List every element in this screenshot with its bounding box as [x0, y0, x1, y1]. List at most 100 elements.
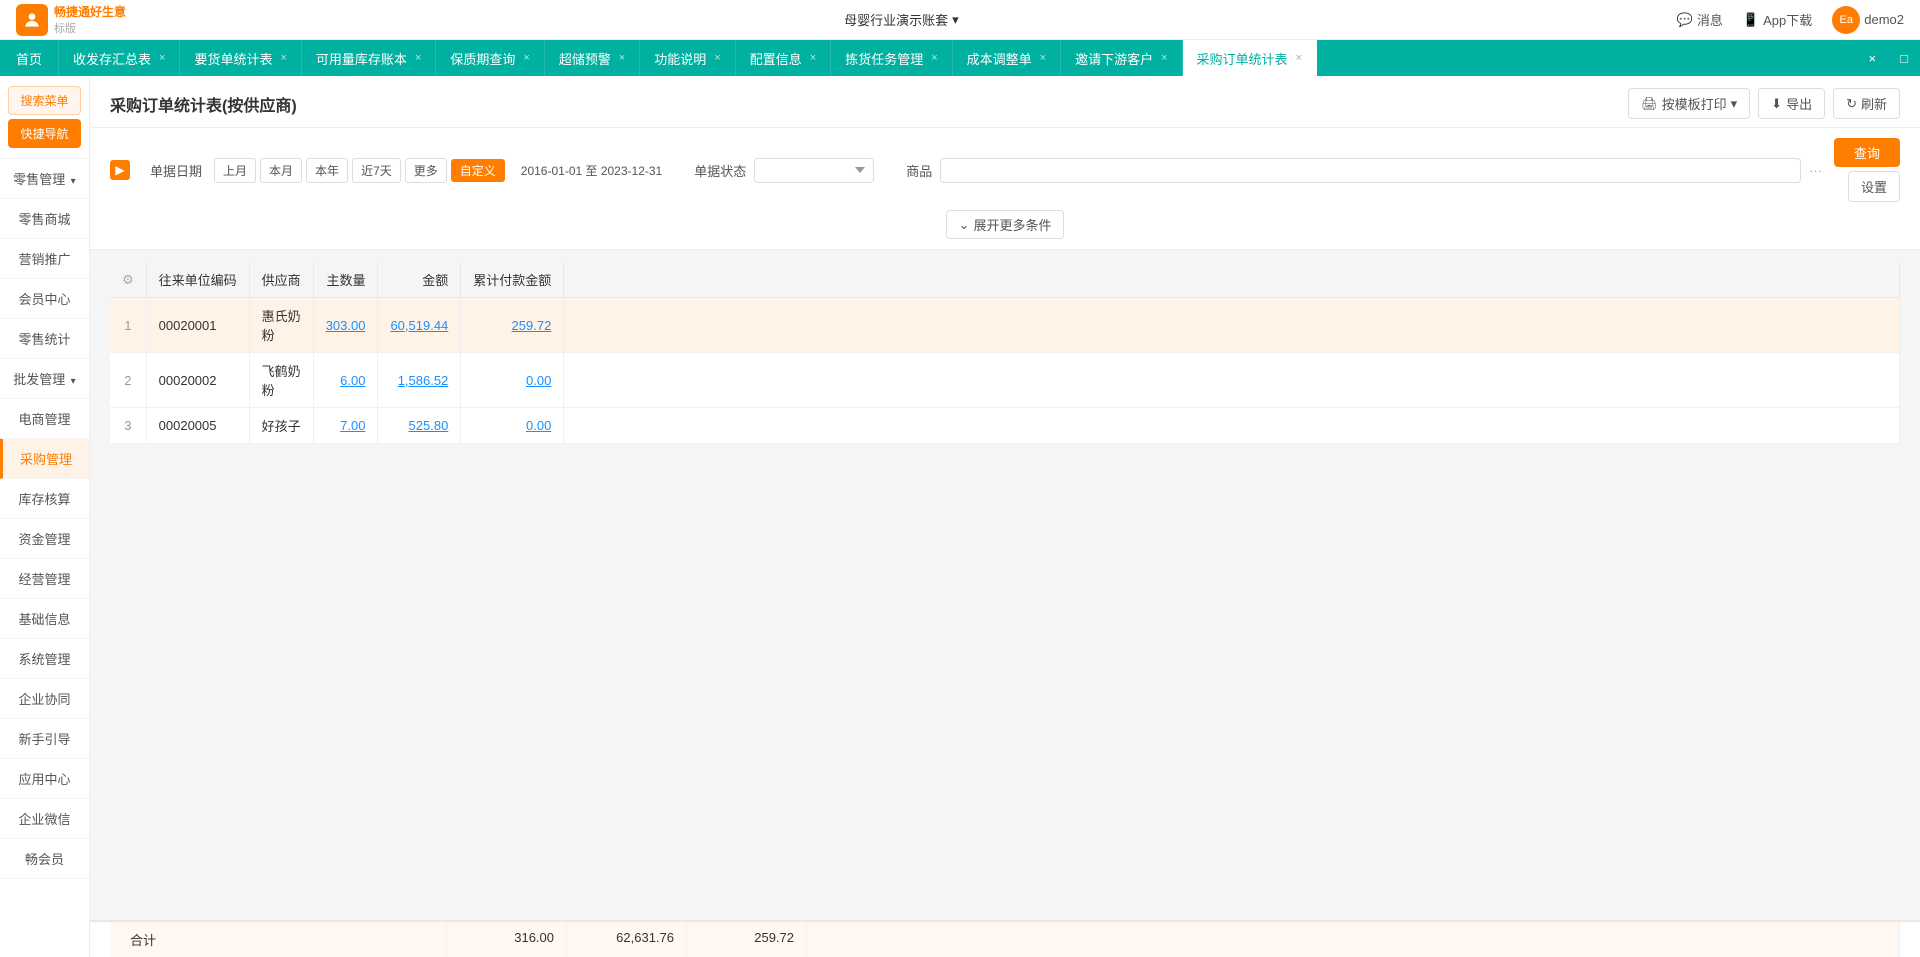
- close-icon[interactable]: ×: [619, 52, 625, 64]
- sidebar-item-wholesale[interactable]: 批发管理 ▾: [0, 359, 89, 399]
- custom-date-label: 自定义: [451, 159, 505, 182]
- tab-config[interactable]: 配置信息 ×: [736, 40, 831, 76]
- query-btn[interactable]: 查询: [1834, 138, 1900, 167]
- sidebar-inventory-label: 库存核算: [18, 492, 70, 507]
- filter-toggle-btn[interactable]: ▶: [110, 160, 130, 180]
- this-month-btn[interactable]: 本月: [260, 158, 302, 183]
- settings-btn[interactable]: 设置: [1848, 171, 1900, 202]
- user-area[interactable]: Ea demo2: [1832, 6, 1904, 34]
- close-icon[interactable]: ×: [415, 52, 421, 64]
- sidebar-member-label: 会员中心: [18, 292, 70, 307]
- tab-invite[interactable]: 邀请下游客户 ×: [1061, 40, 1182, 76]
- search-menu-btn[interactable]: 搜索菜单: [8, 86, 81, 115]
- expand-more-btn[interactable]: ⌄ 展开更多条件: [946, 210, 1065, 239]
- app-download-label: App下载: [1763, 10, 1812, 29]
- sidebar-item-member2[interactable]: 畅会员: [0, 839, 89, 879]
- chevron-down-icon: ▾: [1731, 96, 1738, 112]
- workspace-name: 母婴行业演示账套: [844, 10, 948, 29]
- tab-pick-task-label: 拣货任务管理: [845, 49, 923, 68]
- tab-collect[interactable]: 收发存汇总表 ×: [59, 40, 180, 76]
- sidebar-item-retail-shop[interactable]: 零售商城: [0, 199, 89, 239]
- sidebar-corp-label: 企业协同: [18, 692, 70, 707]
- close-icon[interactable]: ×: [159, 52, 165, 64]
- close-icon[interactable]: ×: [1296, 52, 1302, 64]
- close-icon[interactable]: ×: [714, 52, 720, 64]
- close-icon[interactable]: ×: [931, 52, 937, 64]
- refresh-btn[interactable]: ↻ 刷新: [1833, 88, 1900, 119]
- table-row: 1 00020001 惠氏奶粉 303.00 60,519.44 259.72: [110, 298, 1900, 353]
- row-extra: [564, 408, 1900, 444]
- more-dates-btn[interactable]: 更多: [405, 158, 447, 183]
- sidebar-item-member[interactable]: 会员中心: [0, 279, 89, 319]
- tab-invite-label: 邀请下游客户: [1075, 49, 1153, 68]
- sidebar-item-ecom[interactable]: 电商管理: [0, 399, 89, 439]
- sidebar-item-sys[interactable]: 系统管理: [0, 639, 89, 679]
- tab-over-stock[interactable]: 超储预警 ×: [545, 40, 640, 76]
- close-icon[interactable]: ×: [1161, 52, 1167, 64]
- sidebar-item-inventory[interactable]: 库存核算: [0, 479, 89, 519]
- footer-qty: 316.00: [447, 922, 567, 957]
- tab-func-desc[interactable]: 功能说明 ×: [640, 40, 735, 76]
- status-select[interactable]: [754, 158, 874, 183]
- sidebar-item-wechat[interactable]: 企业微信: [0, 799, 89, 839]
- sidebar-item-ops[interactable]: 经营管理: [0, 559, 89, 599]
- sidebar-marketing-label: 营销推广: [18, 252, 70, 267]
- row-qty: 6.00: [313, 353, 378, 408]
- close-icon[interactable]: ×: [280, 52, 286, 64]
- tab-home[interactable]: 首页: [0, 40, 59, 76]
- footer-row: 合计 316.00 62,631.76 259.72: [110, 922, 1900, 957]
- app-download-btn[interactable]: 📱 App下载: [1743, 10, 1812, 29]
- date-range: 2016-01-01 至 2023-12-31: [521, 162, 662, 179]
- logo-area: 畅捷通好生意 标版: [16, 3, 126, 36]
- more-icon[interactable]: ···: [1809, 163, 1822, 178]
- close-icon[interactable]: ×: [1040, 52, 1046, 64]
- maximize-btn[interactable]: □: [1888, 40, 1920, 76]
- col-settings: ⚙: [110, 262, 146, 298]
- last-month-btn[interactable]: 上月: [214, 158, 256, 183]
- table-container: ⚙ 往来单位编码 供应商 主数量 金额 累计付款金额 1 00020001: [90, 250, 1920, 920]
- close-icon[interactable]: ×: [523, 52, 529, 64]
- export-btn[interactable]: ⬇ 导出: [1758, 88, 1825, 119]
- top-bar: 畅捷通好生意 标版 母婴行业演示账套 ▾ 💬 消息 📱 App下载 Ea dem…: [0, 0, 1920, 40]
- sidebar-item-app-center[interactable]: 应用中心: [0, 759, 89, 799]
- tab-home-label: 首页: [16, 49, 42, 68]
- sidebar-item-marketing[interactable]: 营销推广: [0, 239, 89, 279]
- sidebar-item-retail-stat[interactable]: 零售统计: [0, 319, 89, 359]
- tab-cost-adj[interactable]: 成本调整单 ×: [953, 40, 1061, 76]
- sidebar-item-finance[interactable]: 资金管理: [0, 519, 89, 559]
- row-extra: [564, 298, 1900, 353]
- last-7-days-btn[interactable]: 近7天: [352, 158, 401, 183]
- message-btn[interactable]: 💬 消息: [1677, 10, 1723, 29]
- template-print-btn[interactable]: 🖨 按模板打印 ▾: [1628, 88, 1750, 119]
- quick-nav-btn[interactable]: 快捷导航: [8, 119, 81, 148]
- tab-expiry[interactable]: 保质期查询 ×: [436, 40, 544, 76]
- sidebar-item-basic[interactable]: 基础信息: [0, 599, 89, 639]
- goods-input[interactable]: [940, 158, 1801, 183]
- tab-pick-task[interactable]: 拣货任务管理 ×: [831, 40, 952, 76]
- tab-goods-stat-label: 要货单统计表: [194, 49, 272, 68]
- col-code: 往来单位编码: [146, 262, 249, 298]
- sidebar-item-corp[interactable]: 企业协同: [0, 679, 89, 719]
- this-year-btn[interactable]: 本年: [306, 158, 348, 183]
- close-all-btn[interactable]: ×: [1857, 40, 1889, 76]
- sidebar-wholesale-label: 批发管理: [13, 372, 65, 387]
- sidebar-item-purchase[interactable]: 采购管理: [0, 439, 89, 479]
- page-actions: 🖨 按模板打印 ▾ ⬇ 导出 ↻ 刷新: [1628, 88, 1900, 119]
- footer-label: 合计: [110, 922, 447, 957]
- settings-icon[interactable]: ⚙: [122, 272, 134, 287]
- tab-actions: × □: [1857, 40, 1920, 76]
- sidebar-item-guide[interactable]: 新手引导: [0, 719, 89, 759]
- close-icon[interactable]: ×: [810, 52, 816, 64]
- table-footer: 合计 316.00 62,631.76 259.72: [90, 920, 1920, 957]
- row-paid: 0.00: [461, 408, 564, 444]
- footer-amount: 62,631.76: [567, 922, 687, 957]
- tab-over-stock-label: 超储预警: [559, 49, 611, 68]
- tab-inventory-book[interactable]: 可用量库存账本 ×: [302, 40, 436, 76]
- workspace-selector[interactable]: 母婴行业演示账套 ▾: [844, 10, 959, 29]
- filter-row-1: ▶ 单据日期 上月 本月 本年 近7天 更多 自定义 2016-01-01 至 …: [110, 138, 1900, 202]
- sidebar-item-retail[interactable]: 零售管理 ▾: [0, 159, 89, 199]
- row-code: 00020002: [146, 353, 249, 408]
- tab-purchase-stat[interactable]: 采购订单统计表 ×: [1183, 40, 1317, 76]
- tab-collect-label: 收发存汇总表: [73, 49, 151, 68]
- tab-goods-stat[interactable]: 要货单统计表 ×: [180, 40, 301, 76]
